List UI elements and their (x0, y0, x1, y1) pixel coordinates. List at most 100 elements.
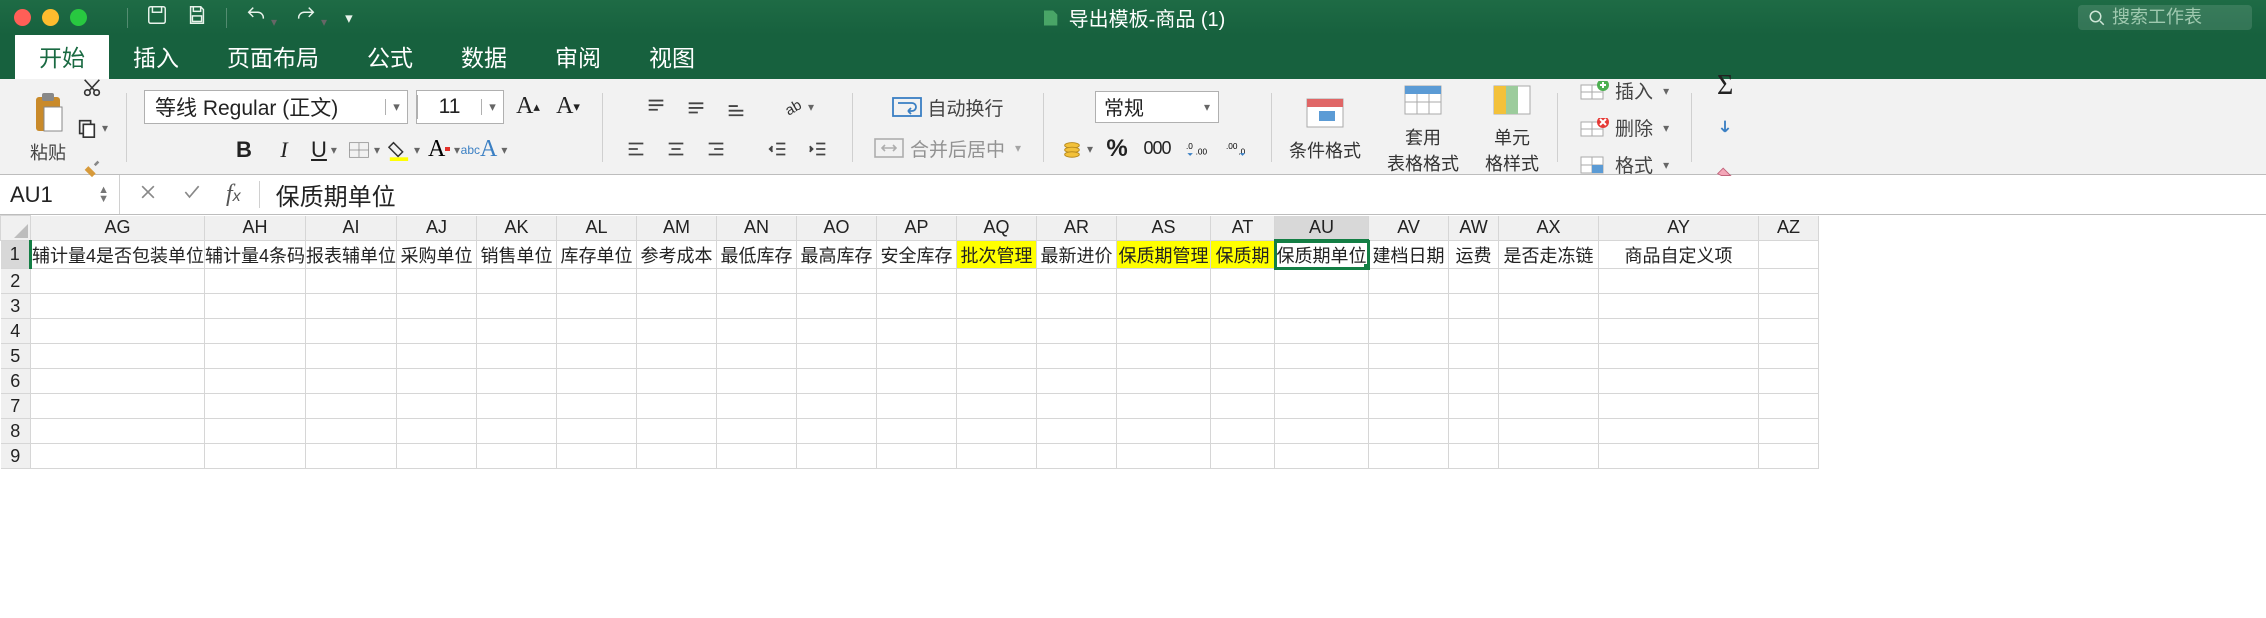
cell[interactable] (1117, 419, 1211, 444)
cell[interactable] (31, 269, 205, 294)
cell[interactable] (797, 369, 877, 394)
cell[interactable] (1037, 419, 1117, 444)
cell[interactable] (957, 294, 1037, 319)
cell[interactable] (1449, 444, 1499, 469)
cell[interactable] (637, 444, 717, 469)
cancel-formula-button[interactable] (138, 182, 158, 208)
cell[interactable] (306, 394, 397, 419)
cell[interactable] (31, 344, 205, 369)
cell[interactable] (957, 269, 1037, 294)
cell[interactable] (1449, 394, 1499, 419)
column-header[interactable]: AL (557, 216, 637, 241)
cell[interactable] (1037, 344, 1117, 369)
cell[interactable] (205, 394, 306, 419)
sheet-search[interactable] (2078, 5, 2252, 30)
cell[interactable] (1117, 294, 1211, 319)
cell[interactable] (477, 444, 557, 469)
column-header[interactable]: AK (477, 216, 557, 241)
cell[interactable] (31, 394, 205, 419)
column-header[interactable]: AU (1275, 216, 1369, 241)
italic-button[interactable]: I (268, 134, 300, 166)
cell[interactable] (477, 369, 557, 394)
qat-customize-icon[interactable]: ▾ (345, 9, 353, 27)
cell[interactable] (1275, 369, 1369, 394)
cell[interactable] (717, 419, 797, 444)
cell[interactable] (957, 394, 1037, 419)
cell[interactable] (1759, 394, 1819, 419)
cell[interactable] (477, 269, 557, 294)
cell[interactable] (1037, 294, 1117, 319)
conditional-format-button[interactable]: 条件格式 (1289, 93, 1361, 163)
font-color-button[interactable]: A (428, 134, 460, 166)
cell[interactable] (1117, 394, 1211, 419)
cell[interactable] (797, 419, 877, 444)
cell[interactable] (1275, 394, 1369, 419)
spreadsheet-grid[interactable]: AGAHAIAJAKALAMANAOAPAQARASATAUAVAWAXAYAZ… (0, 215, 2266, 469)
cell[interactable] (637, 394, 717, 419)
cell[interactable] (717, 444, 797, 469)
cell[interactable] (1449, 419, 1499, 444)
cell[interactable]: 辅计量4是否包装单位 (31, 241, 205, 269)
cell[interactable]: 保质期 (1211, 241, 1275, 269)
cell[interactable] (205, 294, 306, 319)
phonetic-button[interactable]: abcA (468, 134, 500, 166)
cell[interactable] (557, 444, 637, 469)
cell[interactable] (1117, 269, 1211, 294)
cell[interactable] (1759, 369, 1819, 394)
cell[interactable] (477, 344, 557, 369)
cell[interactable] (957, 344, 1037, 369)
cell[interactable] (1211, 269, 1275, 294)
increase-decimal-button[interactable]: .0.00 (1181, 133, 1213, 165)
cell[interactable] (1211, 444, 1275, 469)
cell[interactable] (797, 294, 877, 319)
cell[interactable] (397, 294, 477, 319)
cell[interactable] (1037, 319, 1117, 344)
row-header[interactable]: 9 (1, 444, 31, 469)
select-all-corner[interactable] (1, 216, 31, 241)
cell[interactable] (557, 269, 637, 294)
cell[interactable] (877, 369, 957, 394)
cell[interactable] (1759, 269, 1819, 294)
cell[interactable] (877, 319, 957, 344)
cell[interactable] (957, 369, 1037, 394)
cell[interactable] (1211, 344, 1275, 369)
cell[interactable] (1599, 394, 1759, 419)
tab-layout[interactable]: 页面布局 (203, 33, 343, 79)
align-bottom-button[interactable] (720, 91, 752, 123)
cell[interactable] (1759, 294, 1819, 319)
format-cells-button[interactable]: 格式 (1575, 149, 1673, 180)
cell[interactable] (1117, 344, 1211, 369)
cell[interactable]: 建档日期 (1369, 241, 1449, 269)
cell[interactable] (1369, 319, 1449, 344)
borders-button[interactable] (348, 134, 380, 166)
cell[interactable] (1275, 294, 1369, 319)
cell[interactable] (797, 444, 877, 469)
cell[interactable] (1369, 394, 1449, 419)
bold-button[interactable]: B (228, 134, 260, 166)
cell[interactable] (31, 369, 205, 394)
cell[interactable] (31, 444, 205, 469)
cell[interactable] (306, 369, 397, 394)
cell[interactable] (205, 319, 306, 344)
cell[interactable] (557, 294, 637, 319)
cell[interactable] (637, 344, 717, 369)
column-header[interactable]: AV (1369, 216, 1449, 241)
cell[interactable] (1499, 319, 1599, 344)
cell[interactable] (1275, 344, 1369, 369)
column-header[interactable]: AQ (957, 216, 1037, 241)
cell[interactable] (397, 444, 477, 469)
orientation-button[interactable]: ab (782, 91, 814, 123)
cell[interactable] (717, 344, 797, 369)
cell[interactable] (797, 319, 877, 344)
tab-formulas[interactable]: 公式 (343, 33, 437, 79)
column-header[interactable]: AY (1599, 216, 1759, 241)
increase-font-button[interactable]: A▴ (512, 91, 544, 123)
cell[interactable]: 最低库存 (717, 241, 797, 269)
cell[interactable] (557, 394, 637, 419)
cell[interactable] (1599, 294, 1759, 319)
align-top-button[interactable] (640, 91, 672, 123)
cell[interactable] (797, 269, 877, 294)
cell[interactable] (1117, 444, 1211, 469)
cell[interactable] (306, 444, 397, 469)
align-middle-button[interactable] (680, 91, 712, 123)
